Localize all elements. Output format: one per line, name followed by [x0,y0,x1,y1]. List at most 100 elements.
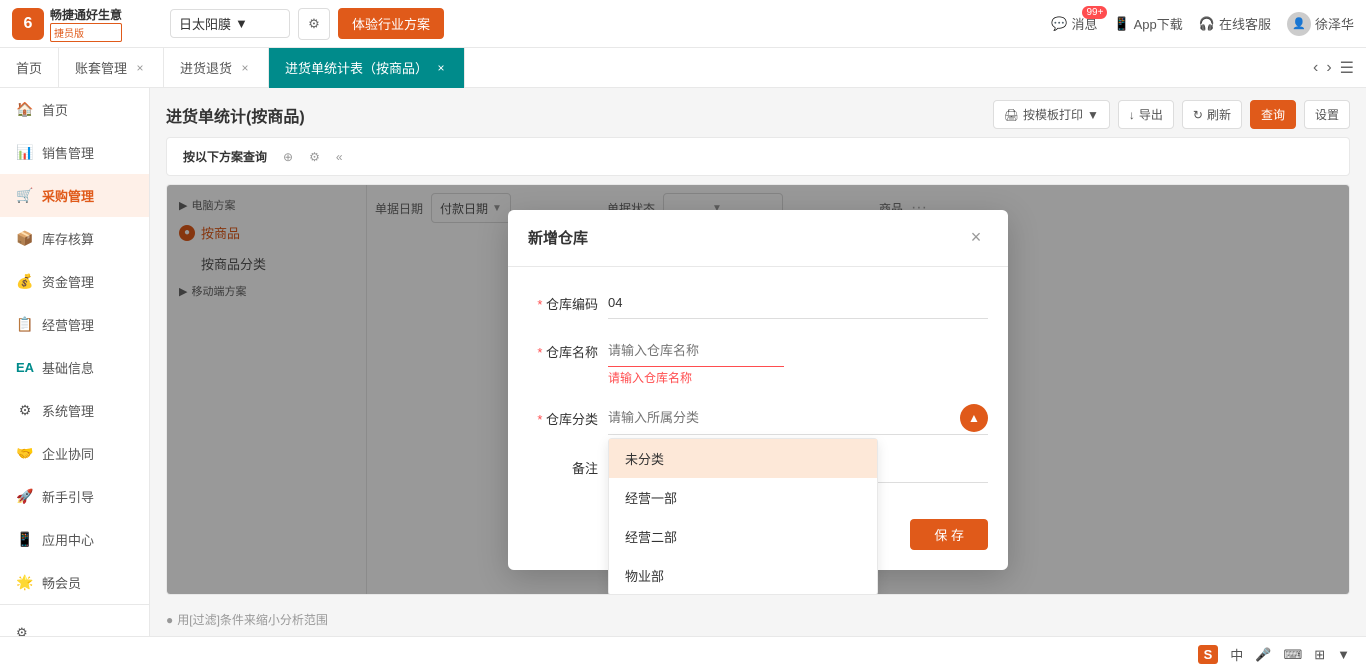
app-logo-icon: 6 [12,8,44,40]
sidebar-item-finance[interactable]: 💰 资金管理 [0,260,149,303]
header-right: 💬 消息 99+ 📱 App下载 🎧 在线客服 👤 徐泽华 [1051,12,1354,36]
filter-gear-icon[interactable]: ⚙ [309,150,320,164]
inventory-icon: 📦 [16,230,34,248]
modal-overlay: 新增仓库 × 仓库编码 仓库名称 [167,185,1349,594]
sidebar-item-system[interactable]: ⚙ 系统管理 [0,389,149,432]
sidebar: 🏠 首页 📊 销售管理 🛒 采购管理 📦 库存核算 💰 资金管理 📋 经营管理 … [0,88,150,636]
export-button[interactable]: ↓ 导出 [1118,100,1174,129]
sidebar-item-sales[interactable]: 📊 销售管理 [0,131,149,174]
tab-account-label: 账套管理 [75,58,127,77]
content-actions: 🖨 按模板打印 ▼ ↓ 导出 ↻ 刷新 查询 设置 [993,100,1350,129]
tab-account-close[interactable]: × [133,61,147,75]
modal-close-button[interactable]: × [964,226,988,250]
app-download-label: App下载 [1134,14,1183,33]
filter-collapse-icon[interactable]: « [336,150,343,164]
query-button[interactable]: 查询 [1250,100,1296,129]
sidebar-label-basic-info: 基础信息 [42,358,94,377]
dropdown-item-dept3[interactable]: 物业部 [609,556,877,595]
main-layout: 🏠 首页 📊 销售管理 🛒 采购管理 📦 库存核算 💰 资金管理 📋 经营管理 … [0,88,1366,636]
store-selector[interactable]: 日太阳膜 ▼ [170,9,290,38]
finance-icon: 💰 [16,273,34,291]
refresh-button[interactable]: ↻ 刷新 [1182,100,1242,129]
sidebar-item-home[interactable]: 🏠 首页 [0,88,149,131]
sidebar-item-operations[interactable]: 📋 经营管理 [0,303,149,346]
message-badge: 99+ [1082,6,1107,19]
filter-bar: 按以下方案查询 ⊕ ⚙ « [166,137,1350,176]
settings-bottom-icon: ⚙ [16,625,28,636]
category-wrapper: ▲ 未分类 经营一部 经营二部 物业部 [608,402,988,435]
sidebar-item-guide[interactable]: 🚀 新手引导 [0,475,149,518]
sidebar-label-operations: 经营管理 [42,315,94,334]
trial-button[interactable]: 体验行业方案 [338,8,444,39]
mic-icon[interactable]: 🎤 [1255,647,1271,663]
grid-icon[interactable]: ⊞ [1314,647,1325,663]
tab-next-icon[interactable]: › [1326,59,1331,77]
tab-account[interactable]: 账套管理 × [59,48,164,88]
tab-purchase-stats-close[interactable]: × [434,61,448,75]
notes-label: 备注 [528,451,598,477]
headset-icon: 🎧 [1199,16,1215,32]
operations-icon: 📋 [16,316,34,334]
lang-icon[interactable]: 中 [1230,645,1243,664]
online-service-item[interactable]: 🎧 在线客服 [1199,14,1271,33]
settings-icon[interactable]: ⚙ [298,8,330,40]
online-service-label: 在线客服 [1219,14,1271,33]
purchase-icon: 🛒 [16,187,34,205]
logo-area: 6 畅捷通好生意 捷员版 [12,6,162,42]
name-input[interactable] [608,335,784,367]
dropdown-item-dept2[interactable]: 经营二部 [609,517,877,556]
sidebar-item-apps[interactable]: 📱 应用中心 [0,518,149,561]
sidebar-bottom: ⚙ [0,604,149,636]
page-title: 进货单统计(按商品) [166,103,305,127]
print-chevron-icon: ▼ [1087,108,1099,122]
tab-purchase-return-close[interactable]: × [238,61,252,75]
hint-icon: ● [166,613,173,627]
tab-purchase-stats[interactable]: 进货单统计表（按商品） × [269,48,465,88]
tab-purchase-return[interactable]: 进货退货 × [164,48,269,88]
tab-prev-icon[interactable]: ‹ [1313,59,1318,77]
name-field-row: 仓库名称 请输入仓库名称 [528,335,988,386]
content-area: 进货单统计(按商品) 🖨 按模板打印 ▼ ↓ 导出 ↻ 刷新 查询 设置 [150,88,1366,636]
sidebar-item-inventory[interactable]: 📦 库存核算 [0,217,149,260]
keyboard-icon[interactable]: ⌨ [1283,647,1302,663]
status-bar: S 中 🎤 ⌨ ⊞ ▼ [0,636,1366,672]
home-icon: 🏠 [16,101,34,119]
category-input[interactable] [608,402,960,434]
sidebar-item-basic-info[interactable]: EA 基础信息 [0,346,149,389]
down-arrow-icon[interactable]: ▼ [1337,647,1350,662]
app-download-item[interactable]: 📱 App下载 [1113,14,1182,33]
dropdown-item-dept1[interactable]: 经营一部 [609,478,877,517]
settings-page-button[interactable]: 设置 [1304,100,1350,129]
app-download-icon: 📱 [1113,16,1129,32]
tab-controls: ‹ › ☰ [1313,58,1366,78]
tab-menu-icon[interactable]: ☰ [1340,58,1354,78]
print-button[interactable]: 🖨 按模板打印 ▼ [993,100,1110,129]
modal-body: 仓库编码 仓库名称 请输入仓库名称 [508,267,1008,509]
save-button[interactable]: 保 存 [910,519,988,550]
user-profile-item[interactable]: 👤 徐泽华 [1287,12,1354,36]
sidebar-item-purchase[interactable]: 🛒 采购管理 [0,174,149,217]
add-filter-icon[interactable]: ⊕ [283,150,293,164]
name-error-message: 请输入仓库名称 [608,369,988,386]
code-input[interactable] [608,287,988,319]
sidebar-label-system: 系统管理 [42,401,94,420]
tab-home[interactable]: 首页 [0,48,59,88]
sidebar-item-member[interactable]: 🌟 畅会员 [0,561,149,604]
category-label: 仓库分类 [528,402,598,428]
user-name: 徐泽华 [1315,14,1354,33]
category-toggle-button[interactable]: ▲ [960,404,988,432]
guide-icon: 🚀 [16,488,34,506]
category-dropdown: 未分类 经营一部 经营二部 物业部 [608,438,878,596]
basic-info-icon: EA [16,359,34,377]
sidebar-item-enterprise[interactable]: 🤝 企业协同 [0,432,149,475]
tab-home-label: 首页 [16,58,42,77]
sidebar-settings-bottom[interactable]: ⚙ [0,613,149,636]
filter-title: 按以下方案查询 [183,148,267,165]
store-name: 日太阳膜 [179,14,231,33]
tab-purchase-stats-label: 进货单统计表（按商品） [285,58,428,77]
export-icon: ↓ [1129,108,1135,122]
chevron-down-icon: ▼ [235,16,248,31]
new-warehouse-modal: 新增仓库 × 仓库编码 仓库名称 [508,210,1008,570]
message-item[interactable]: 💬 消息 99+ [1051,14,1097,33]
dropdown-item-uncategorized[interactable]: 未分类 [609,439,877,478]
